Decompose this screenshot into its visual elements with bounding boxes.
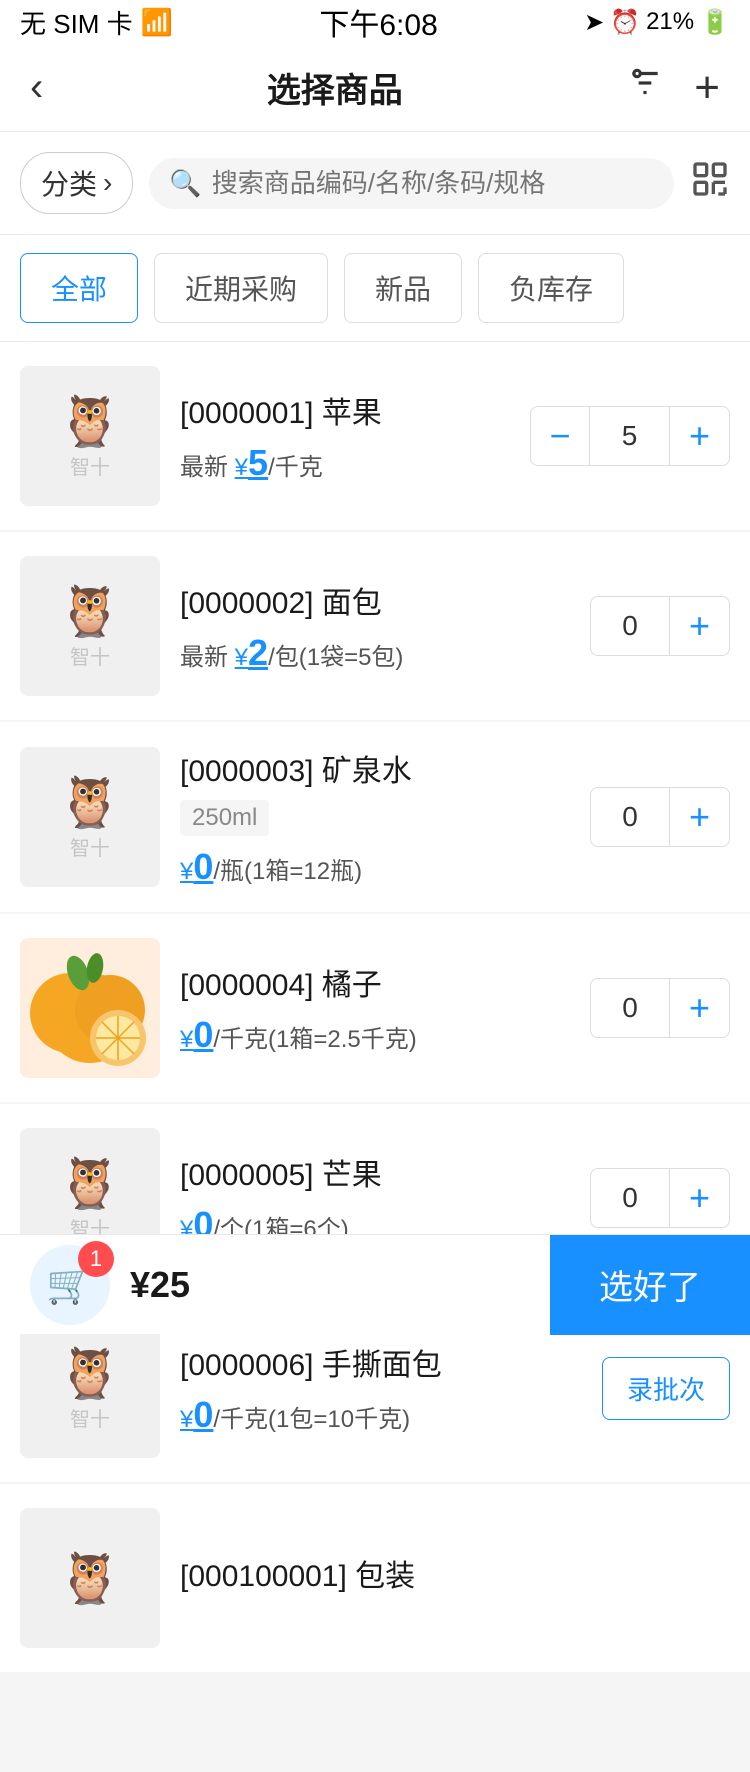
product-name: [0000002] 面包 <box>180 578 570 622</box>
search-icon: 🔍 <box>169 168 201 199</box>
filter-tabs: 全部 近期采购 新品 负库存 <box>0 235 750 342</box>
page-title: 选择商品 <box>267 63 403 112</box>
placeholder-owl-text: 智十 <box>70 1403 110 1432</box>
search-input-wrapper: 🔍 <box>149 158 674 209</box>
list-item: 🦉 智十 [0000002] 面包 最新 ¥2/包(1袋=5包) + <box>0 532 750 720</box>
category-button[interactable]: 分类 › <box>20 152 133 214</box>
placeholder-owl-icon: 🦉 <box>59 773 121 832</box>
product-image: 🦉 <box>20 1508 160 1648</box>
battery-percent: 21% <box>646 8 694 36</box>
product-info: [0000003] 矿泉水 250ml ¥0/瓶(1箱=12瓶) <box>180 746 570 888</box>
placeholder-owl-text: 智十 <box>70 451 110 480</box>
product-image: 🦉 智十 <box>20 366 160 506</box>
list-item: 🦉 智十 [0000003] 矿泉水 250ml ¥0/瓶(1箱=12瓶) + <box>0 722 750 912</box>
search-input[interactable] <box>212 168 654 199</box>
cart-total: ¥25 <box>130 1264 190 1306</box>
list-item: 🦉 智十 [0000001] 苹果 最新 ¥5/千克 − + <box>0 342 750 530</box>
product-info: [0000002] 面包 最新 ¥2/包(1袋=5包) <box>180 578 570 674</box>
status-left: 无 SIM 卡 📶 <box>20 4 173 41</box>
product-price: 最新 ¥2/包(1袋=5包) <box>180 632 570 674</box>
quantity-increase-button[interactable]: + <box>670 406 730 466</box>
product-info: [0000005] 芒果 ¥0/个(1箱=6个) <box>180 1150 570 1246</box>
quantity-input[interactable] <box>590 596 670 656</box>
search-bar: 分类 › 🔍 <box>0 132 750 235</box>
tab-recent[interactable]: 近期采购 <box>154 253 328 323</box>
list-item: [0000004] 橘子 ¥0/千克(1箱=2.5千克) + <box>0 914 750 1102</box>
product-name: [0000004] 橘子 <box>180 960 570 1004</box>
placeholder-owl-icon: 🦉 <box>59 1154 121 1213</box>
product-name: [000100001] 包装 <box>180 1551 730 1595</box>
product-price: ¥0/瓶(1箱=12瓶) <box>180 846 570 888</box>
sim-status: 无 SIM 卡 <box>20 4 133 41</box>
battery-icon: 🔋 <box>700 8 730 37</box>
confirm-button[interactable]: 选好了 <box>550 1235 750 1335</box>
status-bar: 无 SIM 卡 📶 下午6:08 ➤ ⏰ 21% 🔋 <box>0 0 750 44</box>
bottom-bar: 🛒 1 ¥25 选好了 <box>0 1234 750 1334</box>
list-item: 🦉 [000100001] 包装 <box>0 1484 750 1672</box>
tab-new[interactable]: 新品 <box>344 253 462 323</box>
quantity-input[interactable] <box>590 787 670 847</box>
quantity-input[interactable] <box>590 978 670 1038</box>
placeholder-owl-icon: 🦉 <box>59 392 121 451</box>
placeholder-owl-text: 智十 <box>70 641 110 670</box>
add-button[interactable]: + <box>694 63 720 113</box>
product-info: [0000004] 橘子 ¥0/千克(1箱=2.5千克) <box>180 960 570 1056</box>
product-name: [0000001] 苹果 <box>180 388 510 432</box>
quantity-control: + <box>590 1168 730 1228</box>
placeholder-owl-text: 智十 <box>70 832 110 861</box>
quantity-increase-button[interactable]: + <box>670 787 730 847</box>
placeholder-owl-icon: 🦉 <box>59 582 121 641</box>
category-chevron: › <box>103 167 112 199</box>
quantity-decrease-button[interactable]: − <box>530 406 590 466</box>
quantity-increase-button[interactable]: + <box>670 596 730 656</box>
quantity-input[interactable] <box>590 1168 670 1228</box>
product-image <box>20 938 160 1078</box>
quantity-control: + <box>590 787 730 847</box>
product-info: [0000006] 手撕面包 ¥0/千克(1包=10千克) <box>180 1340 582 1436</box>
cart-badge: 1 <box>78 1241 114 1277</box>
alarm-icon: ⏰ <box>610 8 640 37</box>
wifi-icon: 📶 <box>141 7 173 38</box>
cart-section: 🛒 1 ¥25 <box>0 1245 550 1325</box>
tab-negative[interactable]: 负库存 <box>478 253 624 323</box>
back-button[interactable]: ‹ <box>30 65 43 110</box>
nav-bar: ‹ 选择商品 + <box>0 44 750 132</box>
record-batch-button[interactable]: 录批次 <box>602 1357 730 1420</box>
product-price: ¥0/千克(1箱=2.5千克) <box>180 1014 570 1056</box>
status-time: 下午6:08 <box>319 0 437 44</box>
placeholder-owl-icon: 🦉 <box>59 1549 121 1608</box>
product-image: 🦉 智十 <box>20 1318 160 1458</box>
placeholder-owl-icon: 🦉 <box>59 1344 121 1403</box>
quantity-control: 录批次 <box>602 1357 730 1420</box>
cart-button[interactable]: 🛒 1 <box>30 1245 110 1325</box>
location-icon: ➤ <box>584 8 604 37</box>
nav-actions: + <box>626 63 720 113</box>
quantity-control: + <box>590 596 730 656</box>
status-right: ➤ ⏰ 21% 🔋 <box>584 8 730 37</box>
product-list: 🦉 智十 [0000001] 苹果 最新 ¥5/千克 − + 🦉 智十 [000… <box>0 342 750 1672</box>
product-price: ¥0/千克(1包=10千克) <box>180 1394 582 1436</box>
product-name: [0000006] 手撕面包 <box>180 1340 582 1384</box>
product-price: 最新 ¥5/千克 <box>180 442 510 484</box>
product-info: [0000001] 苹果 最新 ¥5/千克 <box>180 388 510 484</box>
quantity-increase-button[interactable]: + <box>670 978 730 1038</box>
category-label: 分类 <box>41 163 97 203</box>
scan-icon[interactable] <box>690 159 730 208</box>
product-image: 🦉 智十 <box>20 747 160 887</box>
quantity-control: + <box>590 978 730 1038</box>
quantity-increase-button[interactable]: + <box>670 1168 730 1228</box>
product-image: 🦉 智十 <box>20 556 160 696</box>
tab-all[interactable]: 全部 <box>20 253 138 323</box>
quantity-input[interactable] <box>590 406 670 466</box>
product-spec: 250ml <box>180 800 269 836</box>
quantity-control: − + <box>530 406 730 466</box>
product-info: [000100001] 包装 <box>180 1551 730 1605</box>
product-name: [0000005] 芒果 <box>180 1150 570 1194</box>
product-name: [0000003] 矿泉水 <box>180 746 570 790</box>
filter-icon[interactable] <box>626 64 664 112</box>
